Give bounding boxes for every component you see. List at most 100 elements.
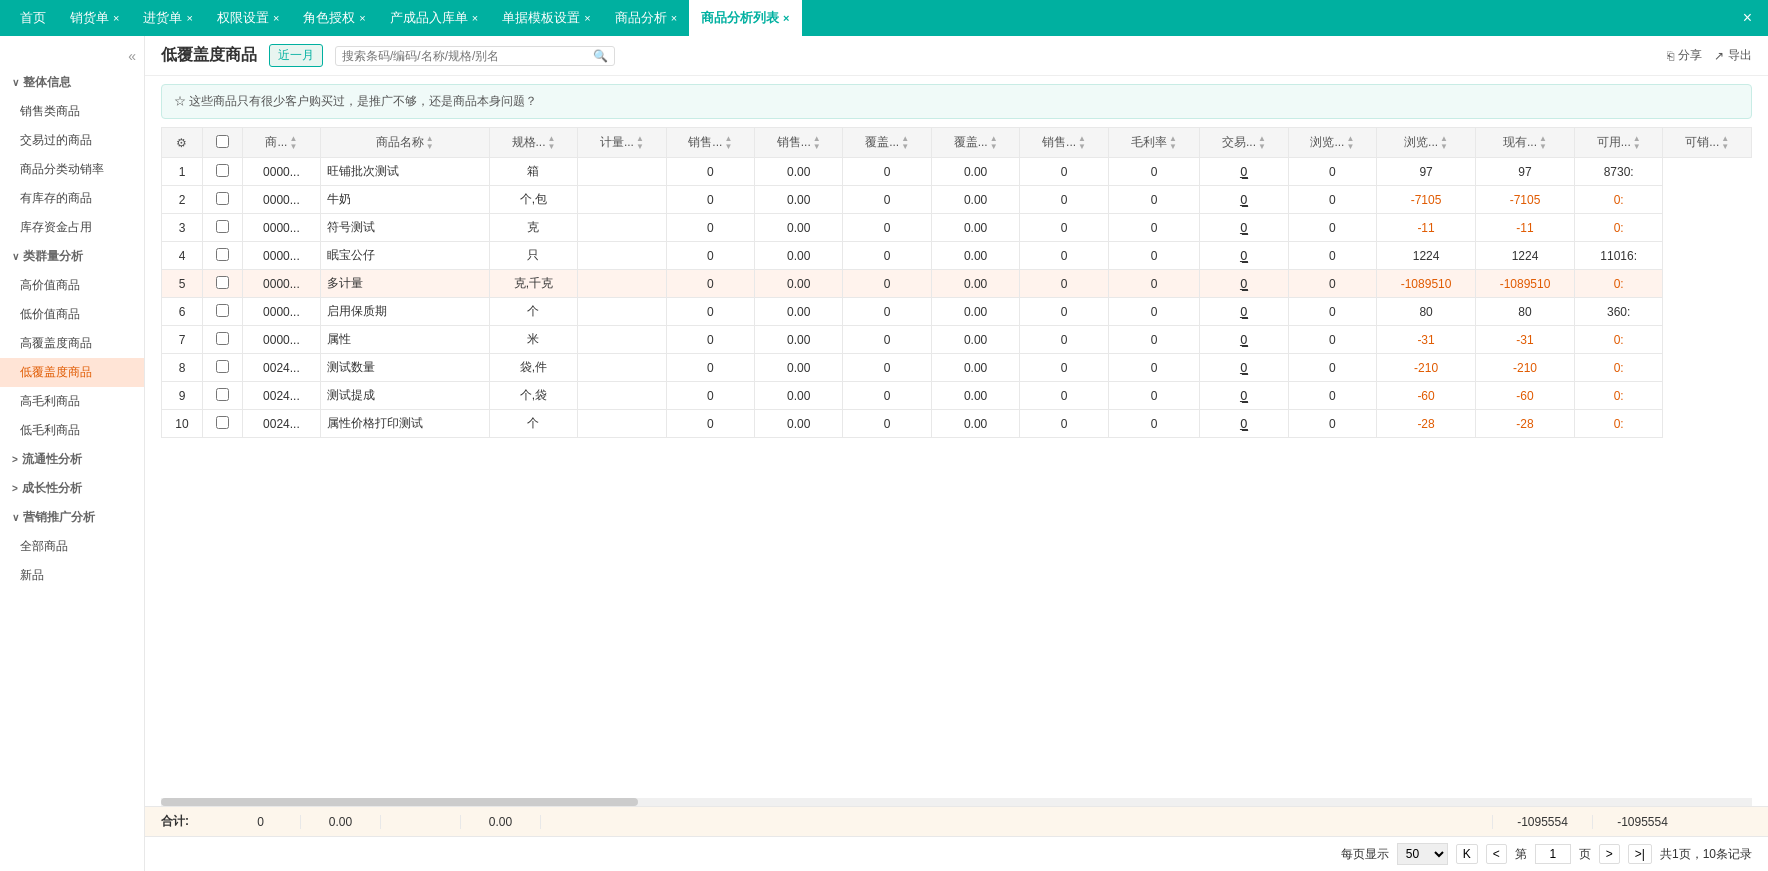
th-gross-margin[interactable]: 毛利率▲▼ bbox=[1108, 128, 1200, 158]
row-name[interactable]: 属性 bbox=[320, 326, 489, 354]
sidebar-item-low-coverage[interactable]: 低覆盖度商品 bbox=[0, 358, 144, 387]
row-v7[interactable]: 0̲ bbox=[1200, 354, 1288, 382]
th-browse1[interactable]: 浏览...▲▼ bbox=[1288, 128, 1376, 158]
th-code[interactable]: 商...▲▼ bbox=[243, 128, 320, 158]
th-settings[interactable]: ⚙ bbox=[162, 128, 203, 158]
sidebar-item-low-value[interactable]: 低价值商品 bbox=[0, 300, 144, 329]
th-name[interactable]: 商品名称▲▼ bbox=[320, 128, 489, 158]
row-checkbox[interactable] bbox=[202, 410, 242, 438]
nav-product-analysis-list[interactable]: 商品分析列表 × bbox=[689, 0, 801, 36]
row-select-checkbox[interactable] bbox=[216, 304, 229, 317]
th-checkbox[interactable] bbox=[202, 128, 242, 158]
row-name[interactable]: 牛奶 bbox=[320, 186, 489, 214]
page-number-input[interactable] bbox=[1535, 844, 1571, 864]
nav-product-storage[interactable]: 产成品入库单 × bbox=[378, 0, 490, 36]
nav-product-analysis[interactable]: 商品分析 × bbox=[603, 0, 689, 36]
sidebar-item-sales-goods[interactable]: 销售类商品 bbox=[0, 97, 144, 126]
sidebar-toggle-overview[interactable]: ∨ 整体信息 bbox=[0, 68, 144, 97]
row-name[interactable]: 测试数量 bbox=[320, 354, 489, 382]
th-available-stock[interactable]: 可用...▲▼ bbox=[1574, 128, 1662, 158]
nav-close-permission[interactable]: × bbox=[273, 0, 279, 36]
row-checkbox[interactable] bbox=[202, 242, 242, 270]
nav-role-auth[interactable]: 角色授权 × bbox=[291, 0, 377, 36]
search-input[interactable] bbox=[342, 49, 593, 63]
row-name[interactable]: 测试提成 bbox=[320, 382, 489, 410]
horizontal-scrollbar[interactable] bbox=[161, 798, 1752, 806]
nav-sales-order[interactable]: 销货单 × bbox=[58, 0, 131, 36]
sidebar-item-low-margin[interactable]: 低毛利商品 bbox=[0, 416, 144, 445]
row-select-checkbox[interactable] bbox=[216, 248, 229, 261]
row-v7[interactable]: 0̲ bbox=[1200, 326, 1288, 354]
th-saleable[interactable]: 可销...▲▼ bbox=[1663, 128, 1752, 158]
th-sales2[interactable]: 销售...▲▼ bbox=[755, 128, 843, 158]
row-checkbox[interactable] bbox=[202, 382, 242, 410]
row-select-checkbox[interactable] bbox=[216, 332, 229, 345]
nav-close-sales[interactable]: × bbox=[113, 0, 119, 36]
row-checkbox[interactable] bbox=[202, 298, 242, 326]
row-select-checkbox[interactable] bbox=[216, 416, 229, 429]
row-checkbox[interactable] bbox=[202, 326, 242, 354]
sidebar-item-high-coverage[interactable]: 高覆盖度商品 bbox=[0, 329, 144, 358]
nav-purchase-order[interactable]: 进货单 × bbox=[131, 0, 204, 36]
sidebar-item-new-goods[interactable]: 新品 bbox=[0, 561, 144, 590]
th-browse2[interactable]: 浏览...▲▼ bbox=[1377, 128, 1476, 158]
row-checkbox[interactable] bbox=[202, 270, 242, 298]
sidebar-item-category-rate[interactable]: 商品分类动销率 bbox=[0, 155, 144, 184]
nav-template-settings[interactable]: 单据模板设置 × bbox=[490, 0, 602, 36]
row-name[interactable]: 多计量 bbox=[320, 270, 489, 298]
sidebar-toggle-growth[interactable]: > 成长性分析 bbox=[0, 474, 144, 503]
sidebar-item-high-margin[interactable]: 高毛利商品 bbox=[0, 387, 144, 416]
per-page-select[interactable]: 50 20 100 bbox=[1397, 843, 1448, 865]
sidebar-item-stocked-goods[interactable]: 有库存的商品 bbox=[0, 184, 144, 213]
row-v7[interactable]: 0̲ bbox=[1200, 214, 1288, 242]
th-sales1[interactable]: 销售...▲▼ bbox=[666, 128, 754, 158]
row-checkbox[interactable] bbox=[202, 186, 242, 214]
nav-close-storage[interactable]: × bbox=[472, 0, 478, 36]
share-button[interactable]: ⎗ 分享 bbox=[1667, 47, 1702, 64]
sidebar-item-all-goods[interactable]: 全部商品 bbox=[0, 532, 144, 561]
nav-home[interactable]: 首页 bbox=[8, 0, 58, 36]
next-page-button[interactable]: > bbox=[1599, 844, 1620, 864]
th-coverage2[interactable]: 覆盖...▲▼ bbox=[931, 128, 1019, 158]
row-name[interactable]: 启用保质期 bbox=[320, 298, 489, 326]
sidebar-item-traded-goods[interactable]: 交易过的商品 bbox=[0, 126, 144, 155]
row-select-checkbox[interactable] bbox=[216, 164, 229, 177]
first-page-button[interactable]: K bbox=[1456, 844, 1478, 864]
th-transaction[interactable]: 交易...▲▼ bbox=[1200, 128, 1288, 158]
th-unit[interactable]: 计量...▲▼ bbox=[578, 128, 666, 158]
th-current-stock[interactable]: 现有...▲▼ bbox=[1476, 128, 1575, 158]
row-v7[interactable]: 0̲ bbox=[1200, 158, 1288, 186]
scrollbar-thumb[interactable] bbox=[161, 798, 638, 806]
row-select-checkbox[interactable] bbox=[216, 220, 229, 233]
row-select-checkbox[interactable] bbox=[216, 360, 229, 373]
row-checkbox[interactable] bbox=[202, 158, 242, 186]
row-checkbox[interactable] bbox=[202, 214, 242, 242]
row-select-checkbox[interactable] bbox=[216, 388, 229, 401]
nav-close-all[interactable]: × bbox=[1735, 9, 1760, 27]
time-filter-button[interactable]: 近一月 bbox=[269, 44, 323, 67]
sidebar-item-high-value[interactable]: 高价值商品 bbox=[0, 271, 144, 300]
th-coverage1[interactable]: 覆盖...▲▼ bbox=[843, 128, 931, 158]
row-checkbox[interactable] bbox=[202, 354, 242, 382]
row-name[interactable]: 属性价格打印测试 bbox=[320, 410, 489, 438]
sidebar-toggle-liquidity[interactable]: > 流通性分析 bbox=[0, 445, 144, 474]
row-name[interactable]: 符号测试 bbox=[320, 214, 489, 242]
prev-page-button[interactable]: < bbox=[1486, 844, 1507, 864]
row-v7[interactable]: 0̲ bbox=[1200, 298, 1288, 326]
sidebar-item-inventory-capital[interactable]: 库存资金占用 bbox=[0, 213, 144, 242]
nav-close-role[interactable]: × bbox=[359, 0, 365, 36]
th-spec[interactable]: 规格...▲▼ bbox=[489, 128, 577, 158]
nav-close-purchase[interactable]: × bbox=[186, 0, 192, 36]
row-name[interactable]: 旺铺批次测试 bbox=[320, 158, 489, 186]
search-icon[interactable]: 🔍 bbox=[593, 49, 608, 63]
row-select-checkbox[interactable] bbox=[216, 192, 229, 205]
last-page-button[interactable]: >| bbox=[1628, 844, 1652, 864]
sidebar-toggle-cluster[interactable]: ∨ 类群量分析 bbox=[0, 242, 144, 271]
nav-permission-settings[interactable]: 权限设置 × bbox=[205, 0, 291, 36]
row-select-checkbox[interactable] bbox=[216, 276, 229, 289]
row-v7[interactable]: 0̲ bbox=[1200, 410, 1288, 438]
nav-close-template[interactable]: × bbox=[584, 0, 590, 36]
row-v7[interactable]: 0̲ bbox=[1200, 186, 1288, 214]
row-name[interactable]: 眠宝公仔 bbox=[320, 242, 489, 270]
select-all-checkbox[interactable] bbox=[216, 135, 229, 148]
